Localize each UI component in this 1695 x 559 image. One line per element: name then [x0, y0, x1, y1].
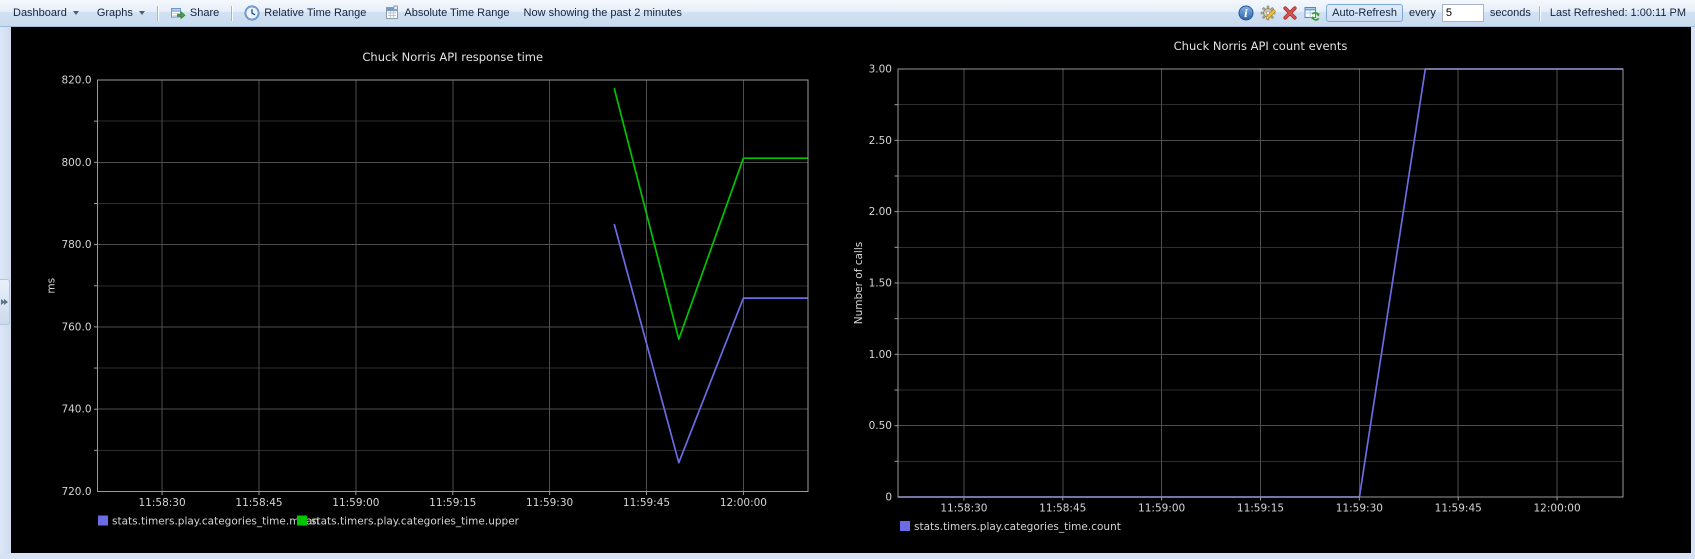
y-tick-label: 800.0 [61, 157, 91, 169]
x-tick-label: 11:59:30 [1336, 503, 1383, 515]
every-label: every [1408, 7, 1436, 19]
y-tick-label: 740.0 [61, 404, 91, 416]
x-tick-label: 12:00:00 [1534, 503, 1581, 515]
graphs-area: 11:58:30 11:58:45 11:59:00 11:59:15 11:59:30… [46, 39, 1624, 533]
y-tick-label: 820.0 [61, 75, 91, 87]
info-button[interactable]: i [1235, 3, 1257, 23]
legend-swatch [297, 515, 307, 526]
y-tick-label: 1.50 [869, 278, 892, 290]
y-tick-label: 2.50 [869, 135, 892, 147]
y-tick-label: 1.00 [869, 349, 892, 361]
chart-title: Chuck Norris API response time [362, 50, 543, 64]
y-tick-label: 0.50 [869, 420, 892, 432]
close-icon [1282, 5, 1298, 21]
expand-panel-handle[interactable] [0, 279, 10, 325]
auto-refresh-toggle[interactable]: Auto-Refresh [1326, 4, 1403, 22]
legend-label: stats.timers.play.categories_time.mean [112, 516, 319, 528]
series-line [613, 87, 808, 341]
x-tick-label: 11:59:45 [623, 497, 670, 509]
dashboard-menu-button[interactable]: Dashboard [7, 4, 85, 22]
chevron-down-icon [138, 11, 145, 15]
y-tick-label: 2.00 [869, 206, 892, 218]
x-tick-label: 11:58:30 [139, 497, 186, 509]
y-tick-label: 780.0 [61, 239, 91, 251]
clock-icon [244, 5, 260, 21]
y-tick-label: 0 [885, 492, 892, 504]
chevron-down-icon [72, 11, 79, 15]
y-axis-label: Number of calls [853, 242, 865, 325]
absolute-time-range-button[interactable]: Absolute Time Range [378, 2, 515, 24]
refresh-interval-input[interactable] [1441, 4, 1484, 22]
auto-refresh-label: Auto-Refresh [1332, 7, 1397, 19]
chart-title: Chuck Norris API count events [1174, 39, 1348, 53]
remove-button[interactable] [1279, 3, 1301, 23]
calendar-icon [384, 5, 400, 21]
toolbar-separator [231, 5, 233, 21]
relative-time-range-label: Relative Time Range [264, 7, 367, 19]
x-tick-label: 11:58:45 [1039, 503, 1086, 515]
share-label: Share [189, 7, 220, 19]
refresh-button[interactable] [1301, 3, 1323, 23]
x-tick-label: 11:59:30 [526, 497, 573, 509]
legend-swatch [900, 521, 910, 531]
settings-button[interactable] [1257, 3, 1279, 23]
time-range-status-text: Now showing the past 2 minutes [523, 7, 682, 19]
last-refreshed-text: Last Refreshed: 1:00:11 PM [1549, 7, 1686, 19]
chart-count-events[interactable]: 11:58:30 11:58:45 11:59:00 11:59:15 11:59:30… [853, 39, 1624, 533]
dashboard-canvas: 11:58:30 11:58:45 11:59:00 11:59:15 11:59:30… [11, 27, 1691, 553]
x-tick-label: 11:59:15 [1237, 503, 1284, 515]
absolute-time-range-label: Absolute Time Range [404, 7, 510, 19]
legend-label: stats.timers.play.categories_time.upper [311, 516, 520, 528]
x-tick-label: 11:58:30 [940, 503, 987, 515]
info-icon: i [1238, 5, 1254, 21]
y-axis-label: ms [46, 278, 58, 294]
seconds-label: seconds [1489, 7, 1531, 19]
x-tick-label: 11:58:45 [235, 497, 282, 509]
toolbar-separator [1538, 5, 1540, 21]
x-tick-label: 12:00:00 [720, 497, 767, 509]
graphs-menu-label: Graphs [96, 7, 133, 19]
legend-swatch [98, 515, 108, 526]
gear-icon [1260, 5, 1277, 21]
graphs-menu-button[interactable]: Graphs [91, 4, 151, 22]
x-tick-label: 11:59:15 [429, 497, 476, 509]
dashboard-toolbar: Dashboard Graphs Share Relative Time Ran… [0, 0, 1695, 27]
y-tick-label: 720.0 [61, 486, 91, 498]
svg-text:i: i [1244, 8, 1248, 20]
x-tick-label: 11:59:00 [332, 497, 379, 509]
dashboard-menu-label: Dashboard [13, 7, 67, 19]
legend-label: stats.timers.play.categories_time.count [914, 521, 1121, 533]
double-chevron-right-icon [4, 299, 8, 305]
collapsed-panel-strip [0, 27, 11, 553]
y-tick-label: 3.00 [869, 64, 892, 76]
chart-response-time[interactable]: 11:58:30 11:58:45 11:59:00 11:59:15 11:59:30… [46, 50, 809, 528]
y-tick-label: 760.0 [61, 321, 91, 333]
refresh-table-icon [1304, 5, 1320, 21]
relative-time-range-button[interactable]: Relative Time Range [238, 2, 372, 24]
share-icon [170, 5, 186, 21]
x-tick-label: 11:59:00 [1138, 503, 1185, 515]
x-tick-label: 11:59:45 [1435, 503, 1482, 515]
series-line [613, 223, 808, 464]
share-button[interactable]: Share [164, 2, 225, 24]
toolbar-separator [156, 5, 158, 21]
